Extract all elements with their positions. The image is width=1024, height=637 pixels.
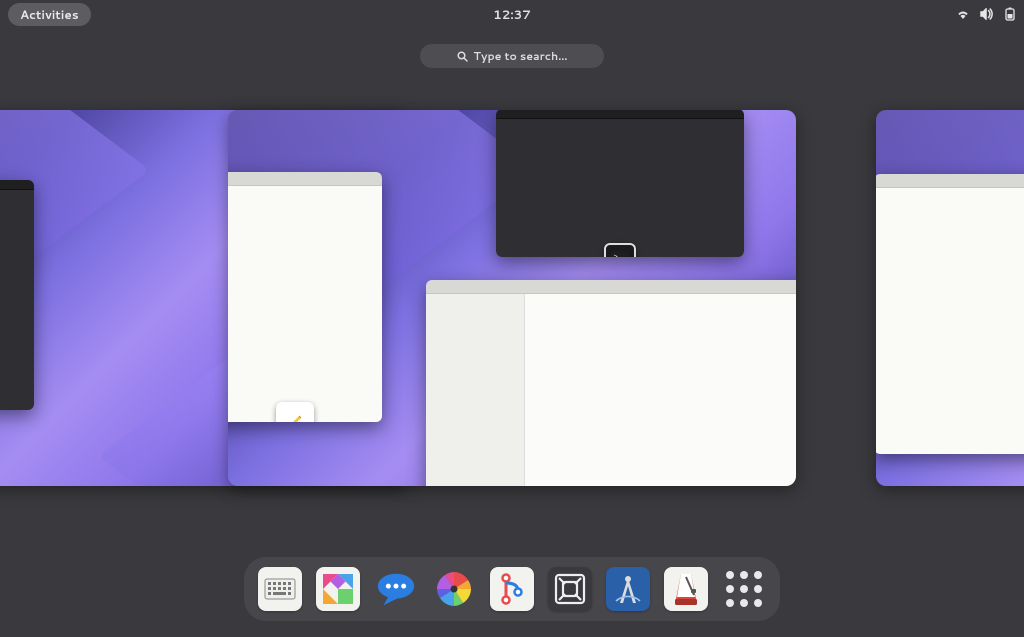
dot-icon [740,585,748,593]
dash-photos[interactable] [432,567,476,611]
search-placeholder: Type to search… [474,48,568,64]
dash-tangram[interactable] [316,567,360,611]
battery-icon [1004,7,1016,21]
boxes-icon [553,572,587,606]
dot-icon [754,585,762,593]
content-pane [525,294,797,486]
git-branch-icon [498,573,526,605]
dash-onscreen-keyboard[interactable] [258,567,302,611]
window-body [876,188,1024,454]
dot-icon [726,599,734,607]
window-terminal[interactable] [0,180,34,410]
sidebar-pane [426,294,525,486]
clock[interactable]: 12:37 [493,6,531,23]
window-messaging[interactable] [426,280,796,486]
terminal-icon: >_ [604,243,636,257]
window-blank[interactable] [876,174,1024,454]
workspace-2[interactable]: >_ [228,110,796,486]
window-terminal[interactable]: >_ [496,110,744,257]
dash-metronome[interactable] [664,567,708,611]
dot-icon [740,599,748,607]
dash-commits[interactable] [490,567,534,611]
dash [244,557,780,621]
metronome-icon [671,571,701,607]
text-editor-icon [276,402,314,422]
window-titlebar [496,110,744,119]
window-body [496,119,744,257]
dot-icon [726,571,734,579]
status-area[interactable] [956,7,1016,21]
keyboard-icon [264,578,296,600]
workspace-3[interactable] [876,110,1024,486]
dash-messaging[interactable] [374,567,418,611]
dot-icon [740,571,748,579]
window-titlebar [426,280,796,294]
dash-show-apps[interactable] [722,567,766,611]
workspace-strip: >_ [0,90,1024,497]
messaging-icon [374,569,418,609]
dot-icon [726,585,734,593]
tangram-icon [321,572,355,606]
window-titlebar [228,172,382,186]
pinwheel-icon [433,568,475,610]
dot-icon [754,599,762,607]
window-titlebar [876,174,1024,188]
window-body [426,294,796,486]
volume-icon [980,8,994,20]
top-bar: Activities 12:37 [0,0,1024,28]
window-text-editor[interactable] [228,172,382,422]
compass-icon [610,571,646,607]
window-body [0,190,34,410]
dash-designer[interactable] [606,567,650,611]
activities-button[interactable]: Activities [8,3,91,26]
svg-text:>_: >_ [614,254,623,257]
dot-icon [754,571,762,579]
wifi-icon [956,8,970,20]
search-icon [457,51,468,62]
window-body [228,186,382,422]
overview-search[interactable]: Type to search… [420,44,604,68]
dash-boxes[interactable] [548,567,592,611]
window-titlebar [0,180,34,190]
